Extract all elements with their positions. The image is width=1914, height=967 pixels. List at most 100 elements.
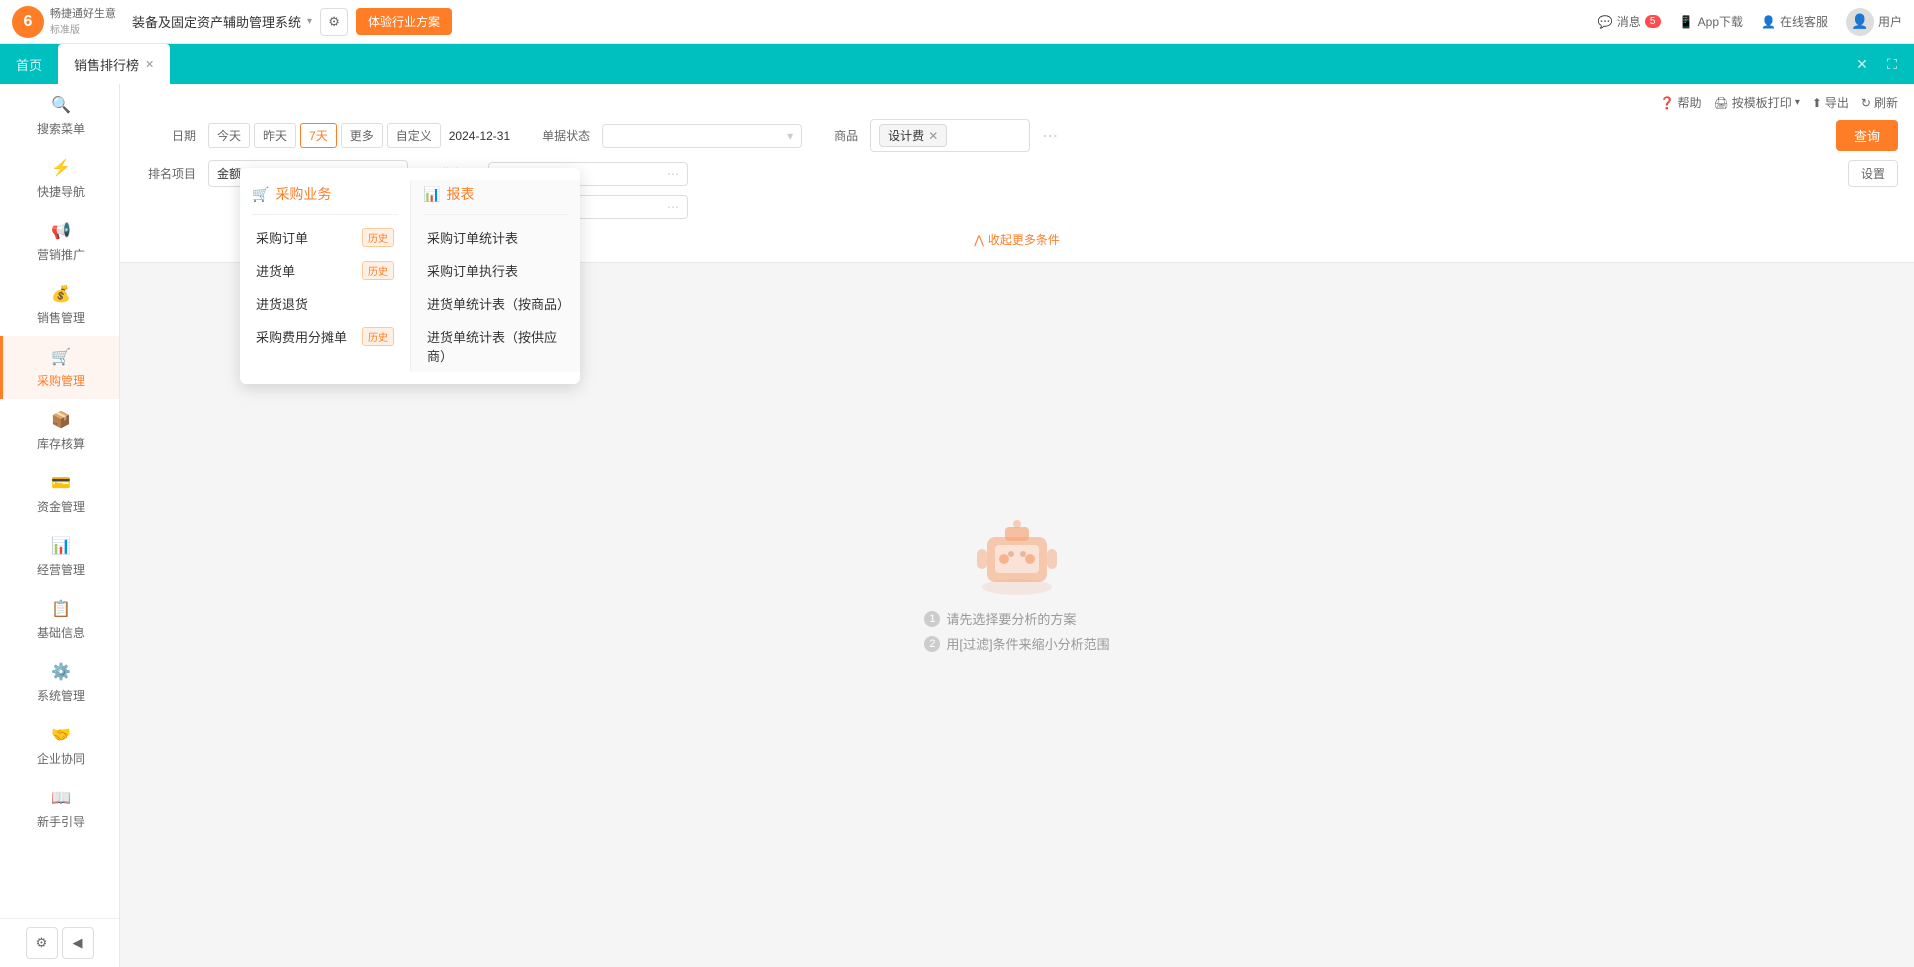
user-menu-button[interactable]: 👤 用户 <box>1846 8 1902 36</box>
date-7days-btn[interactable]: 7天 <box>300 123 337 148</box>
tab-bar-right: ✕ ⛶ <box>1848 50 1914 78</box>
logo-badge: 标准版 <box>50 21 116 36</box>
history-badge-0: 历史 <box>362 228 394 247</box>
sidebar-item-management[interactable]: 📊 经营管理 <box>0 525 119 588</box>
empty-hint-container: 1 请先选择要分析的方案 2 用[过滤]条件来缩小分析范围 <box>924 609 1109 653</box>
report-title-icon: 📊 <box>423 186 440 203</box>
popup-report-inbound-by-goods[interactable]: 进货单统计表（按商品） <box>423 287 568 320</box>
popup-report-col: 📊 报表 采购订单统计表 采购订单执行表 进货单统计表（按商品） 进货单统计表（… <box>410 180 580 372</box>
popup-purchase-col: 🛒 采购业务 采购订单 历史 进货单 历史 进货退货 <box>240 180 410 372</box>
inventory-icon: 📦 <box>50 409 72 431</box>
doc-status-select[interactable]: ▾ <box>602 124 802 148</box>
sidebar-item-finance[interactable]: 💳 资金管理 <box>0 462 119 525</box>
dropdown-arrow-icon[interactable]: ▾ <box>307 16 312 27</box>
popup-purchase-cost[interactable]: 采购费用分摊单 历史 <box>252 320 398 353</box>
purchase-icon: 🛒 <box>50 346 72 368</box>
popup-report-po-exec[interactable]: 采购订单执行表 <box>423 254 568 287</box>
tab-close-icon[interactable]: ✕ <box>145 58 154 71</box>
avatar: 👤 <box>1846 8 1874 36</box>
app-download-button[interactable]: 📱 App下载 <box>1679 13 1743 30</box>
logo-text: 畅捷通好生意 <box>50 7 116 21</box>
message-icon: 💬 <box>1598 15 1613 29</box>
marketing-icon: 📢 <box>50 220 72 242</box>
refresh-icon: ↻ <box>1861 96 1871 110</box>
date-today-btn[interactable]: 今天 <box>208 123 250 148</box>
industry-solution-button[interactable]: 体验行业方案 <box>356 8 452 35</box>
empty-hint-1: 1 请先选择要分析的方案 <box>924 609 1109 628</box>
popup-return-goods[interactable]: 进货退货 <box>252 287 398 320</box>
messages-button[interactable]: 💬 消息 5 <box>1598 13 1661 30</box>
messages-badge: 5 <box>1645 15 1661 28</box>
rank-item-label: 排名项目 <box>136 165 196 182</box>
doc-status-label: 单据状态 <box>542 127 590 144</box>
date-filter-label: 日期 <box>136 127 196 144</box>
goods-tag-close-icon[interactable]: ✕ <box>928 129 938 143</box>
hint-num-1: 1 <box>924 611 940 627</box>
tab-sales-ranking[interactable]: 销售排行榜 ✕ <box>58 44 170 84</box>
popup-report-inbound-by-supplier[interactable]: 进货单统计表（按供应商） <box>423 320 568 372</box>
date-more-btn[interactable]: 更多 <box>341 123 383 148</box>
goods-tag: 设计费 ✕ <box>879 124 947 147</box>
sidebar-item-search[interactable]: 🔍 搜索菜单 <box>0 84 119 147</box>
sidebar-item-purchase[interactable]: 🛒 采购管理 <box>0 336 119 399</box>
set-button[interactable]: 设置 <box>1848 160 1898 187</box>
date-yesterday-btn[interactable]: 昨天 <box>254 123 296 148</box>
tab-home[interactable]: 首页 <box>0 44 58 84</box>
date-value: 2024-12-31 <box>449 129 510 143</box>
system-icon: ⚙️ <box>50 661 72 683</box>
sidebar-item-marketing[interactable]: 📢 营销推广 <box>0 210 119 273</box>
sidebar-collapse-button[interactable]: ◀ <box>62 927 94 959</box>
sidebar-settings-button[interactable]: ⚙ <box>26 927 58 959</box>
help-button[interactable]: ❓ 帮助 <box>1660 94 1702 111</box>
date-custom-btn[interactable]: 自定义 <box>387 123 441 148</box>
sidebar-bottom: ⚙ ◀ <box>0 918 119 967</box>
empty-illustration <box>967 497 1067 597</box>
logo-area: 6 畅捷通好生意 标准版 <box>12 6 132 38</box>
popup-purchase-title: 🛒 采购业务 <box>252 180 398 215</box>
purchase-title-icon: 🛒 <box>252 186 269 203</box>
refresh-button[interactable]: ↻ 刷新 <box>1861 94 1898 111</box>
sidebar-item-guide[interactable]: 📖 新手引导 <box>0 777 119 840</box>
export-button[interactable]: ⬆ 导出 <box>1812 94 1849 111</box>
tab-close-all-icon[interactable]: ✕ <box>1848 50 1876 78</box>
nav-icon: ⚡ <box>50 157 72 179</box>
query-button[interactable]: 查询 <box>1836 120 1898 151</box>
sidebar-item-inventory[interactable]: 📦 库存核算 <box>0 399 119 462</box>
header-settings-button[interactable]: ⚙ <box>320 8 348 36</box>
main-layout: 🔍 搜索菜单 ⚡ 快捷导航 📢 营销推广 💰 销售管理 🛒 采购管理 📦 库存核… <box>0 84 1914 967</box>
help-icon: ❓ <box>1660 96 1675 110</box>
goods-more-options-icon[interactable]: ⋯ <box>1042 126 1058 146</box>
popup-inbound-order[interactable]: 进货单 历史 <box>252 254 398 287</box>
sidebar-item-basic-info[interactable]: 📋 基础信息 <box>0 588 119 651</box>
logo-icon: 6 <box>12 6 44 38</box>
print-button[interactable]: 🖨 按模板打印 ▾ <box>1714 94 1800 111</box>
print-dropdown-icon[interactable]: ▾ <box>1795 97 1800 108</box>
finance-icon: 💳 <box>50 472 72 494</box>
sidebar-item-nav[interactable]: ⚡ 快捷导航 <box>0 147 119 210</box>
sidebar-item-collab[interactable]: 🤝 企业协同 <box>0 714 119 777</box>
sidebar-item-sales[interactable]: 💰 销售管理 <box>0 273 119 336</box>
top-header: 6 畅捷通好生意 标准版 装备及固定资产辅助管理系统 ▾ ⚙ 体验行业方案 💬 … <box>0 0 1914 44</box>
management-icon: 📊 <box>50 535 72 557</box>
filter-row-1: ❓ 帮助 🖨 按模板打印 ▾ ⬆ 导出 ↻ 刷新 <box>136 94 1898 111</box>
popup-purchase-order[interactable]: 采购订单 历史 <box>252 221 398 254</box>
phone-icon: 📱 <box>1679 15 1694 29</box>
content-area: ❓ 帮助 🖨 按模板打印 ▾ ⬆ 导出 ↻ 刷新 <box>120 84 1914 967</box>
collapse-up-icon: ⋀ <box>974 233 984 247</box>
customer-more-icon[interactable]: ⋯ <box>667 200 679 214</box>
online-service-button[interactable]: 👤 在线客服 <box>1761 13 1828 30</box>
sidebar-item-system[interactable]: ⚙️ 系统管理 <box>0 651 119 714</box>
hint-num-2: 2 <box>924 636 940 652</box>
date-range-selector: 今天 昨天 7天 更多 自定义 2024-12-31 <box>208 123 510 148</box>
popup-report-po-stats[interactable]: 采购订单统计表 <box>423 221 568 254</box>
system-name: 装备及固定资产辅助管理系统 ▾ <box>132 12 312 31</box>
empty-hint-2: 2 用[过滤]条件来缩小分析范围 <box>924 634 1109 653</box>
staff-more-icon[interactable]: ⋯ <box>667 167 679 181</box>
doc-status-dropdown-icon: ▾ <box>787 129 793 143</box>
popup-grid: 🛒 采购业务 采购订单 历史 进货单 历史 进货退货 <box>240 180 580 372</box>
doc-status-value <box>611 129 783 143</box>
goods-select[interactable]: 设计费 ✕ <box>870 119 1030 152</box>
goods-filter-label: 商品 <box>834 127 858 144</box>
popup-report-title: 📊 报表 <box>423 180 568 215</box>
tab-fullscreen-icon[interactable]: ⛶ <box>1878 50 1906 78</box>
